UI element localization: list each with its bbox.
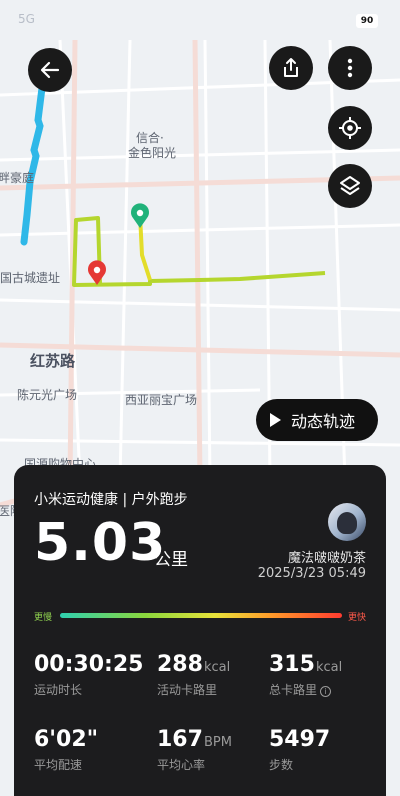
stat-value: 315 — [269, 652, 315, 677]
pace-fast-label: 更快 — [347, 613, 366, 623]
avatar[interactable] — [328, 503, 366, 541]
stat-label: 运动时长 — [34, 683, 83, 697]
pace-gradient-bar — [60, 613, 342, 618]
map-label-xiya: 西亚丽宝广场 — [125, 393, 198, 407]
stat-unit: kcal — [203, 660, 231, 675]
stat-avg-pace: 6'02" 平均配速 — [34, 727, 99, 773]
stat-value: 6'02" — [34, 727, 99, 752]
layers-button[interactable] — [328, 164, 372, 208]
locate-button[interactable] — [328, 106, 372, 150]
stat-steps: 5497 步数 — [269, 727, 331, 773]
play-icon — [270, 413, 281, 427]
username: 魔法啵啵奶茶 — [287, 551, 366, 566]
stat-label: 平均配速 — [34, 758, 83, 772]
distance-value: 5.03 — [34, 513, 167, 573]
map-label-panhao: 畔豪庭 — [0, 171, 35, 185]
battery-indicator: 90 — [356, 14, 378, 28]
end-marker — [88, 260, 106, 285]
map-label-jinse: 金色阳光 — [128, 146, 177, 160]
map-label-hongsu: 红苏路 — [30, 352, 76, 370]
arrow-left-icon — [40, 61, 60, 79]
blue-track — [20, 84, 46, 246]
dynamic-track-label: 动态轨迹 — [291, 412, 356, 431]
pace-slow-label: 更慢 — [34, 613, 53, 623]
workout-title: 小米运动健康 | 户外跑步 — [34, 492, 188, 508]
stat-unit: kcal — [315, 660, 343, 675]
share-icon — [284, 58, 298, 77]
workout-datetime: 2025/3/23 05:49 — [257, 566, 366, 581]
layers-icon — [340, 176, 360, 195]
more-vertical-icon — [347, 58, 353, 78]
share-button[interactable] — [269, 46, 313, 90]
stat-avg-heart-rate: 167BPM 平均心率 — [157, 727, 232, 773]
stat-total-calories[interactable]: 315kcal 总卡路里 i — [269, 652, 342, 698]
back-button[interactable] — [28, 48, 72, 92]
stat-value: 5497 — [269, 727, 331, 752]
stat-value: 167 — [157, 727, 203, 752]
map-label-gucheng: 国古城遗址 — [0, 271, 61, 285]
stat-label: 平均心率 — [157, 758, 206, 772]
distance-unit: 公里 — [154, 550, 188, 570]
map-label-chenyuan: 陈元光广场 — [17, 388, 78, 402]
stat-unit: BPM — [203, 735, 232, 750]
stat-label: 步数 — [269, 758, 294, 772]
stat-label: 活动卡路里 — [157, 683, 218, 697]
more-button[interactable] — [328, 46, 372, 90]
locate-icon — [339, 117, 361, 139]
stat-duration: 00:30:25 运动时长 — [34, 652, 144, 698]
stat-value: 00:30:25 — [34, 652, 144, 677]
workout-summary-card: 小米运动健康 | 户外跑步 5.03 公里 魔法啵啵奶茶 2025/3/23 0… — [14, 465, 386, 796]
dynamic-track-button[interactable]: 动态轨迹 — [256, 399, 378, 441]
info-icon[interactable]: i — [320, 686, 332, 697]
status-bar: 5G 90 — [0, 0, 400, 40]
start-marker — [131, 203, 150, 228]
stat-active-calories: 288kcal 活动卡路里 — [157, 652, 230, 698]
stat-value: 288 — [157, 652, 203, 677]
stat-label: 总卡路里 — [269, 683, 318, 697]
network-indicator: 5G — [18, 12, 35, 26]
